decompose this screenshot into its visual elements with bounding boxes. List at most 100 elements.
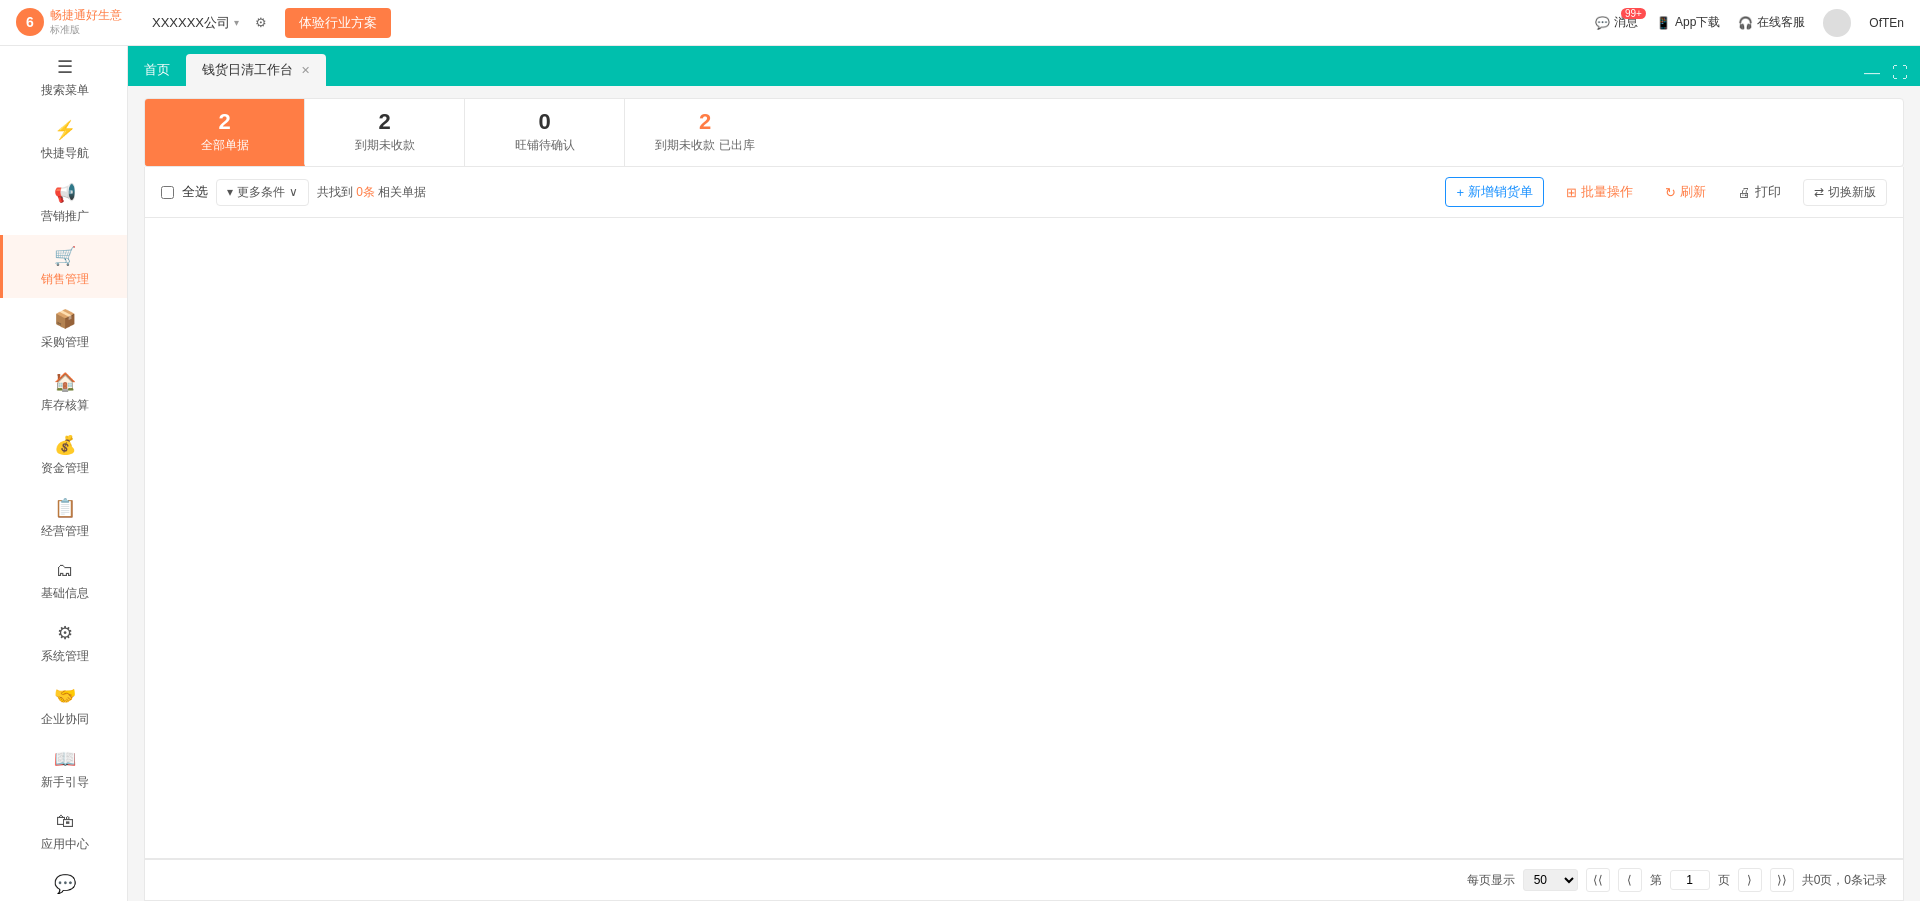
sidebar-label-app-center: 应用中心 (41, 836, 89, 853)
content-area: 2 全部单据 2 到期未收款 0 旺铺待确认 2 到期未收款 已出库 (128, 86, 1920, 901)
book-icon: 📖 (54, 748, 76, 770)
found-text: 共找到 0条 相关单据 (317, 184, 426, 201)
maximize-icon[interactable]: ⛶ (1888, 60, 1912, 86)
tab-home[interactable]: 首页 (128, 54, 186, 86)
money-icon: 💰 (54, 434, 76, 456)
total-text: 共0页，0条记录 (1802, 872, 1887, 889)
print-icon: 🖨 (1738, 185, 1751, 200)
switch-label: 切换新版 (1828, 184, 1876, 201)
refresh-label: 刷新 (1680, 183, 1706, 201)
main-content: 首页 钱货日清工作台 ✕ — ⛶ 2 全部单据 2 到期未收款 (128, 46, 1920, 901)
settings-icon[interactable]: ⚙ (247, 9, 275, 37)
topbar: 6 畅捷通好生意 标准版 XXXXXX公司 ▾ ⚙ 体验行业方案 💬 消息 99… (0, 0, 1920, 46)
batch-label: 批量操作 (1581, 183, 1633, 201)
online-service-button[interactable]: 🎧 在线客服 (1738, 14, 1805, 31)
sidebar-item-operations[interactable]: 📋 经营管理 (0, 487, 127, 550)
minimize-icon[interactable]: — (1860, 60, 1884, 86)
table-area (144, 218, 1904, 859)
next-page-button[interactable]: ⟩ (1738, 868, 1762, 892)
add-sales-order-button[interactable]: + 新增销货单 (1445, 177, 1544, 207)
sidebar-label-sales: 销售管理 (41, 271, 89, 288)
stat-num-wangpu: 0 (481, 109, 608, 135)
tab-bar: 首页 钱货日清工作台 ✕ — ⛶ (128, 46, 1920, 86)
stat-label-overdue: 到期未收款 (321, 137, 448, 154)
batch-icon: ⊞ (1566, 185, 1577, 200)
switch-new-version-button[interactable]: ⇄ 切换新版 (1803, 179, 1887, 206)
switch-icon: ⇄ (1814, 185, 1824, 199)
box-icon: 📦 (54, 308, 76, 330)
username[interactable]: OfTEn (1869, 16, 1904, 30)
add-icon: + (1456, 185, 1464, 200)
last-page-button[interactable]: ⟩⟩ (1770, 868, 1794, 892)
chevron-down-icon: ▾ (234, 17, 239, 28)
refresh-icon: ↻ (1665, 185, 1676, 200)
page-number-input[interactable] (1670, 870, 1710, 890)
sidebar-item-quicknav[interactable]: ⚡ 快捷导航 (0, 109, 127, 172)
stat-tab-all[interactable]: 2 全部单据 (145, 99, 305, 166)
stat-num-all: 2 (161, 109, 288, 135)
stats-tabs: 2 全部单据 2 到期未收款 0 旺铺待确认 2 到期未收款 已出库 (144, 98, 1904, 167)
sidebar-item-system[interactable]: ⚙ 系统管理 (0, 612, 127, 675)
sidebar-label-enterprise: 企业协同 (41, 711, 89, 728)
sidebar-item-finance[interactable]: 💰 资金管理 (0, 424, 127, 487)
tab-close-icon[interactable]: ✕ (301, 64, 310, 77)
sidebar-label-system: 系统管理 (41, 648, 89, 665)
sidebar-item-marketing[interactable]: 📢 营销推广 (0, 172, 127, 235)
home-icon: 🏠 (54, 371, 76, 393)
sidebar-label-marketing: 营销推广 (41, 208, 89, 225)
select-all-checkbox[interactable] (161, 186, 174, 199)
message-badge: 99+ (1621, 8, 1646, 19)
sidebar-label-guide: 新手引导 (41, 774, 89, 791)
stat-label-all: 全部单据 (161, 137, 288, 154)
prev-page-button[interactable]: ⟨ (1618, 868, 1642, 892)
sidebar-item-guide[interactable]: 📖 新手引导 (0, 738, 127, 801)
toolbar-right: + 新增销货单 ⊞ 批量操作 ↻ 刷新 🖨 打印 (1445, 177, 1887, 207)
first-page-button[interactable]: ⟨⟨ (1586, 868, 1610, 892)
batch-operations-button[interactable]: ⊞ 批量操作 (1556, 178, 1643, 206)
sidebar-item-wechat[interactable]: 💬 企业微信 (0, 863, 127, 901)
page-label-end: 页 (1718, 872, 1730, 889)
filter-button[interactable]: ▾ 更多条件 ∨ (216, 179, 309, 206)
sidebar: ☰ 搜索菜单 ⚡ 快捷导航 📢 营销推广 🛒 销售管理 📦 采购管理 🏠 库存核… (0, 46, 128, 901)
clipboard-icon: 📋 (54, 497, 76, 519)
sidebar-item-app-center[interactable]: 🛍 应用中心 (0, 801, 127, 863)
stat-num-overdue: 2 (321, 109, 448, 135)
stat-tab-wangpu[interactable]: 0 旺铺待确认 (465, 99, 625, 166)
sidebar-item-basic-info[interactable]: 🗂 基础信息 (0, 550, 127, 612)
stat-label-shipped: 到期未收款 已出库 (641, 137, 769, 154)
select-all-label: 全选 (182, 183, 208, 201)
print-button[interactable]: 🖨 打印 (1728, 178, 1791, 206)
refresh-button[interactable]: ↻ 刷新 (1655, 178, 1716, 206)
avatar[interactable] (1823, 9, 1851, 37)
sidebar-item-search[interactable]: ☰ 搜索菜单 (0, 46, 127, 109)
sidebar-item-enterprise[interactable]: 🤝 企业协同 (0, 675, 127, 738)
sidebar-item-sales[interactable]: 🛒 销售管理 (0, 235, 127, 298)
chevron-icon: ∨ (289, 185, 298, 199)
handshake-icon: 🤝 (54, 685, 76, 707)
sidebar-item-purchase[interactable]: 📦 采购管理 (0, 298, 127, 361)
cart-icon: 🛒 (54, 245, 76, 267)
experience-button[interactable]: 体验行业方案 (285, 8, 391, 38)
company-selector[interactable]: XXXXXX公司 ▾ (152, 14, 239, 32)
page-size-select[interactable]: 50 10 20 100 (1523, 869, 1578, 891)
stat-tab-shipped[interactable]: 2 到期未收款 已出库 (625, 99, 785, 166)
toolbar: 全选 ▾ 更多条件 ∨ 共找到 0条 相关单据 + 新增销货单 (144, 167, 1904, 218)
toolbar-left: 全选 ▾ 更多条件 ∨ 共找到 0条 相关单据 (161, 179, 1437, 206)
logo-icon: 6 (16, 8, 44, 36)
app-download-button[interactable]: 📱 App下载 (1656, 14, 1720, 31)
message-button[interactable]: 💬 消息 99+ (1595, 14, 1638, 31)
tab-bar-actions: — ⛶ (1860, 60, 1920, 86)
add-btn-label: 新增销货单 (1468, 183, 1533, 201)
filter-icon: ▾ (227, 185, 233, 199)
sidebar-label-quicknav: 快捷导航 (41, 145, 89, 162)
megaphone-icon: 📢 (54, 182, 76, 204)
phone-icon: 📱 (1656, 16, 1671, 30)
pagination-bar: 每页显示 50 10 20 100 ⟨⟨ ⟨ 第 页 ⟩ ⟩⟩ 共0页，0条记录 (144, 859, 1904, 901)
tab-home-label: 首页 (144, 61, 170, 79)
logo-name: 畅捷通好生意 (50, 8, 122, 22)
print-label: 打印 (1755, 183, 1781, 201)
tab-workbench-label: 钱货日清工作台 (202, 61, 293, 79)
tab-workbench[interactable]: 钱货日清工作台 ✕ (186, 54, 326, 86)
stat-tab-overdue[interactable]: 2 到期未收款 (305, 99, 465, 166)
sidebar-item-inventory[interactable]: 🏠 库存核算 (0, 361, 127, 424)
